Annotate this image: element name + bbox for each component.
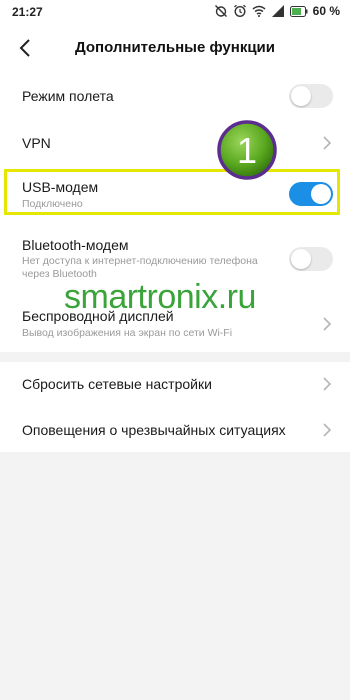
signal-icon bbox=[271, 5, 284, 17]
alarm-icon bbox=[233, 4, 246, 18]
setting-title: Режим полета bbox=[22, 88, 114, 104]
step-number-badge: 1 bbox=[217, 120, 277, 180]
setting-subtitle: Вывод изображения на экран по сети Wi-Fi bbox=[22, 327, 233, 339]
status-icons: 60 % bbox=[214, 4, 340, 18]
chevron-right-icon bbox=[323, 136, 332, 150]
watermark: smartronix.ru bbox=[64, 278, 256, 316]
page-title: Дополнительные функции bbox=[74, 39, 275, 56]
alarm-off-icon bbox=[214, 5, 227, 17]
battery-icon bbox=[289, 5, 308, 17]
step-number: 1 bbox=[237, 130, 257, 171]
chevron-right-icon bbox=[323, 423, 332, 437]
setting-emergency-alerts[interactable]: Оповещения о чрезвычайных ситуациях bbox=[0, 407, 350, 452]
setting-title: VPN bbox=[22, 135, 51, 151]
chevron-right-icon bbox=[323, 317, 332, 331]
airplane-mode-toggle[interactable] bbox=[289, 84, 333, 108]
chevron-right-icon bbox=[323, 377, 332, 391]
app-header: Дополнительные функции bbox=[0, 24, 350, 72]
setting-reset-network[interactable]: Сбросить сетевые настройки bbox=[0, 362, 350, 407]
setting-airplane-mode[interactable]: Режим полета bbox=[0, 72, 350, 120]
toggle-knob bbox=[291, 86, 311, 106]
setting-vpn[interactable]: VPN bbox=[0, 120, 350, 166]
setting-title: Bluetooth-модем bbox=[22, 237, 129, 253]
toggle-knob bbox=[291, 249, 311, 269]
screen: 21:27 60 % Дополнительные функции Режим … bbox=[0, 0, 350, 700]
status-time: 21:27 bbox=[12, 5, 43, 19]
setting-title: Оповещения о чрезвычайных ситуациях bbox=[22, 422, 286, 438]
battery-percent: 60 % bbox=[312, 4, 340, 18]
status-bar: 21:27 60 % bbox=[0, 0, 350, 24]
bluetooth-tethering-toggle[interactable] bbox=[289, 247, 333, 271]
wifi-icon bbox=[252, 5, 266, 17]
setting-title: Сбросить сетевые настройки bbox=[22, 376, 212, 392]
highlight-box bbox=[4, 169, 340, 215]
settings-group-secondary: Сбросить сетевые настройки Оповещения о … bbox=[0, 362, 350, 452]
